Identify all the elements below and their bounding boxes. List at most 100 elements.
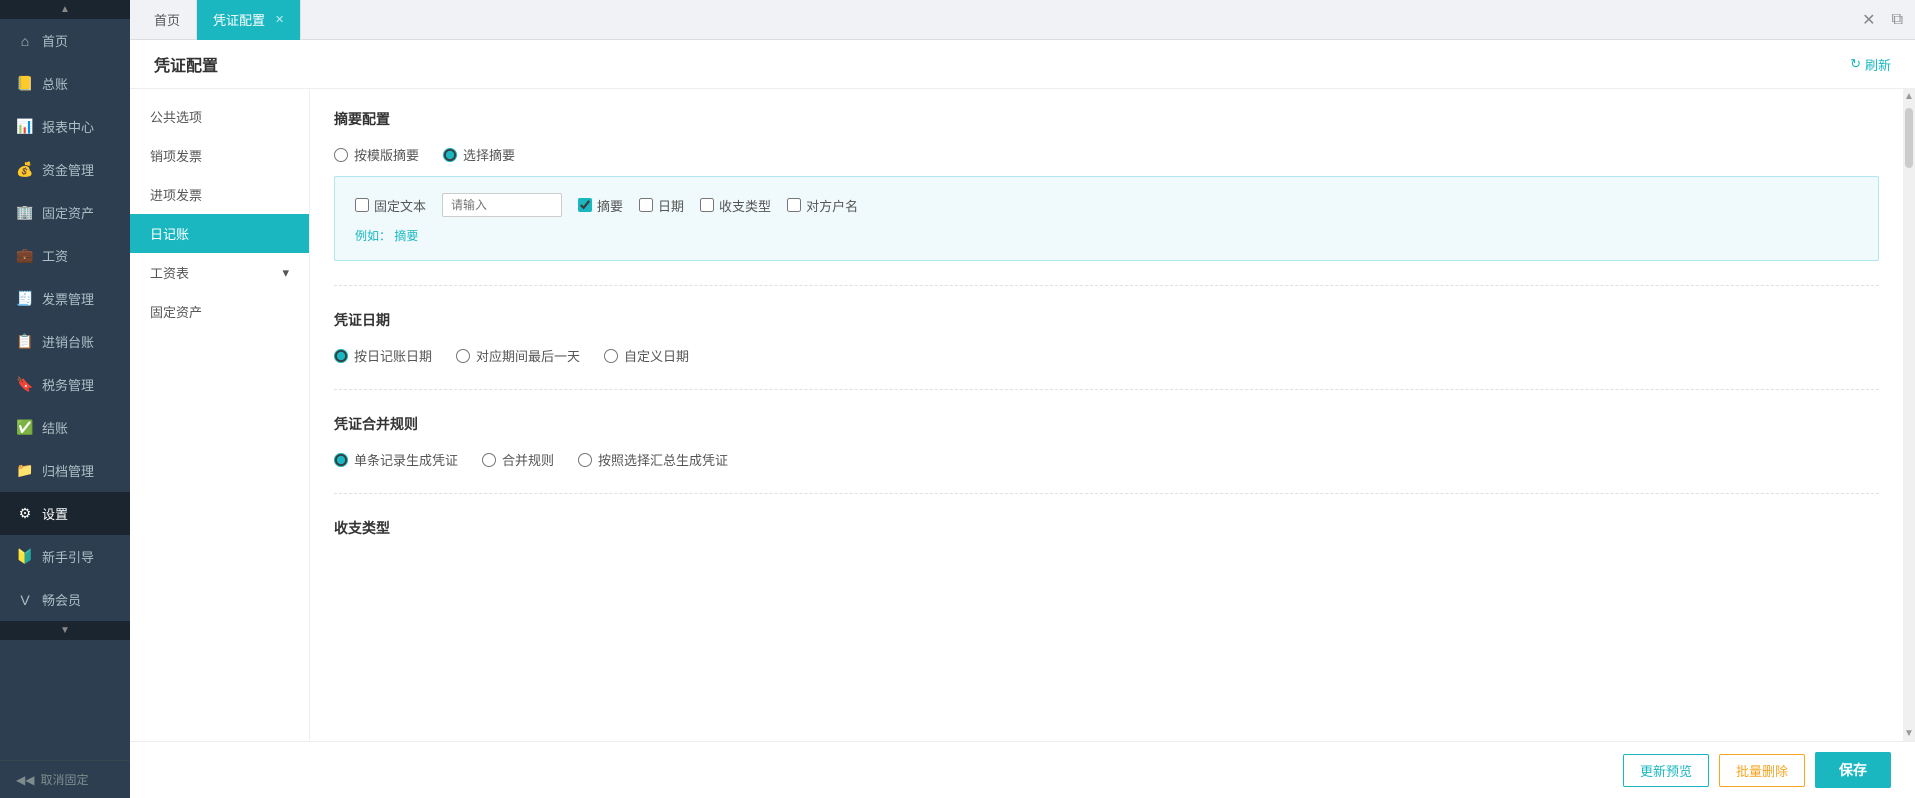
- left-nav-journal[interactable]: 日记账: [130, 214, 309, 253]
- fixed-text-field[interactable]: [442, 193, 562, 217]
- by-journal-date-label: 按日记账日期: [354, 346, 432, 365]
- sidebar-item-purchase-sales-label: 进销台账: [42, 332, 94, 351]
- by-selection-merge-input[interactable]: [578, 453, 592, 467]
- sidebar-item-vip[interactable]: V 畅会员: [0, 578, 130, 621]
- last-day-radio[interactable]: 对应期间最后一天: [456, 346, 580, 365]
- restore-window-button[interactable]: ⧉: [1888, 7, 1907, 33]
- sidebar-item-settings[interactable]: ⚙ 设置: [0, 492, 130, 535]
- left-nav: 公共选项 销项发票 进项发票 日记账 工资表 ▾ 固定资产: [130, 89, 310, 741]
- date-input[interactable]: [639, 198, 653, 212]
- sidebar-item-funds[interactable]: 💰 资金管理: [0, 148, 130, 191]
- tab-close-icon[interactable]: ✕: [275, 13, 284, 26]
- sidebar-item-ledger[interactable]: 📒 总账: [0, 62, 130, 105]
- template-summary-label: 按模版摘要: [354, 145, 419, 164]
- left-nav-purchase-invoice[interactable]: 进项发票: [130, 175, 309, 214]
- sidebar-item-guide[interactable]: 🔰 新手引导: [0, 535, 130, 578]
- tab-bar-right: ✕ ⧉: [1858, 6, 1907, 34]
- custom-date-input[interactable]: [604, 349, 618, 363]
- main-area: 首页 凭证配置 ✕ ✕ ⧉ 凭证配置 ↻ 刷新 公共选项: [130, 0, 1915, 798]
- tab-home[interactable]: 首页: [138, 0, 197, 40]
- sidebar-scroll-down[interactable]: ▼: [0, 621, 130, 640]
- tab-voucher-config[interactable]: 凭证配置 ✕: [197, 0, 301, 40]
- left-nav-public[interactable]: 公共选项: [130, 97, 309, 136]
- scroll-down-arrow[interactable]: ▼: [1902, 726, 1915, 741]
- payroll-icon: 💼: [16, 247, 34, 264]
- summary-checkbox-label: 摘要: [597, 196, 623, 215]
- last-day-label: 对应期间最后一天: [476, 346, 580, 365]
- date-checkbox-label: 日期: [658, 196, 684, 215]
- pin-icon: ◀◀: [16, 773, 34, 787]
- batch-delete-button[interactable]: 批量删除: [1719, 754, 1805, 787]
- template-summary-radio[interactable]: 按模版摘要: [334, 145, 419, 164]
- save-button[interactable]: 保存: [1815, 752, 1891, 788]
- page-header: 凭证配置 ↻ 刷新: [130, 40, 1915, 89]
- by-selection-merge-radio[interactable]: 按照选择汇总生成凭证: [578, 450, 728, 469]
- income-type-input[interactable]: [700, 198, 714, 212]
- sidebar-item-home[interactable]: ⌂ 首页: [0, 19, 130, 62]
- scroll-track: ▲ ▼: [1903, 89, 1915, 741]
- refresh-button[interactable]: ↻ 刷新: [1850, 55, 1891, 74]
- sidebar-scroll-up[interactable]: ▲: [0, 0, 130, 19]
- select-summary-input[interactable]: [443, 148, 457, 162]
- ledger-icon: 📒: [16, 75, 34, 92]
- fixed-text-checkbox[interactable]: 固定文本: [355, 196, 426, 215]
- close-window-button[interactable]: ✕: [1858, 6, 1879, 34]
- voucher-merge-title: 凭证合并规则: [334, 414, 1879, 434]
- counterpart-checkbox[interactable]: 对方户名: [787, 196, 858, 215]
- update-preview-button[interactable]: 更新预览: [1623, 754, 1709, 787]
- left-nav-public-label: 公共选项: [150, 107, 202, 126]
- by-journal-date-input[interactable]: [334, 349, 348, 363]
- tax-icon: 🔖: [16, 376, 34, 393]
- fixed-text-label: 固定文本: [374, 196, 426, 215]
- merge-rule-input[interactable]: [482, 453, 496, 467]
- summary-input[interactable]: [578, 198, 592, 212]
- summary-checkbox[interactable]: 摘要: [578, 196, 623, 215]
- sidebar-item-reports-label: 报表中心: [42, 117, 94, 136]
- settlement-icon: ✅: [16, 419, 34, 436]
- sidebar-item-settlement-label: 结账: [42, 418, 68, 437]
- sidebar-item-payroll-label: 工资: [42, 246, 68, 265]
- summary-radio-group: 按模版摘要 选择摘要: [334, 145, 1879, 164]
- sidebar-item-guide-label: 新手引导: [42, 547, 94, 566]
- left-nav-sales-invoice[interactable]: 销项发票: [130, 136, 309, 175]
- scroll-thumb[interactable]: [1905, 108, 1913, 168]
- income-type-checkbox[interactable]: 收支类型: [700, 196, 771, 215]
- sidebar-item-purchase-sales[interactable]: 📋 进销台账: [0, 320, 130, 363]
- cancel-pin-button[interactable]: ◀◀ 取消固定: [0, 760, 130, 798]
- sidebar-item-archive[interactable]: 📁 归档管理: [0, 449, 130, 492]
- tab-voucher-config-label: 凭证配置: [213, 10, 265, 29]
- date-checkbox[interactable]: 日期: [639, 196, 684, 215]
- last-day-input[interactable]: [456, 349, 470, 363]
- single-record-radio[interactable]: 单条记录生成凭证: [334, 450, 458, 469]
- sidebar-item-reports[interactable]: 📊 报表中心: [0, 105, 130, 148]
- custom-date-radio[interactable]: 自定义日期: [604, 346, 689, 365]
- fixed-text-input[interactable]: [355, 198, 369, 212]
- layout-body: 公共选项 销项发票 进项发票 日记账 工资表 ▾ 固定资产: [130, 89, 1915, 741]
- select-summary-radio[interactable]: 选择摘要: [443, 145, 515, 164]
- counterpart-input[interactable]: [787, 198, 801, 212]
- voucher-date-section: 凭证日期 按日记账日期 对应期间最后一天 自定义日期: [334, 310, 1879, 390]
- scroll-up-arrow[interactable]: ▲: [1902, 89, 1915, 104]
- cancel-pin-label: 取消固定: [40, 771, 88, 788]
- tab-bar: 首页 凭证配置 ✕ ✕ ⧉: [130, 0, 1915, 40]
- summary-config-box: 固定文本 摘要 日期: [334, 176, 1879, 261]
- sidebar-item-invoice-mgmt[interactable]: 🧾 发票管理: [0, 277, 130, 320]
- voucher-date-title: 凭证日期: [334, 310, 1879, 330]
- by-journal-date-radio[interactable]: 按日记账日期: [334, 346, 432, 365]
- left-nav-payroll-sheet[interactable]: 工资表 ▾: [130, 253, 309, 292]
- sidebar-item-payroll[interactable]: 💼 工资: [0, 234, 130, 277]
- merge-rule-radio[interactable]: 合并规则: [482, 450, 554, 469]
- by-selection-merge-label: 按照选择汇总生成凭证: [598, 450, 728, 469]
- sidebar-item-tax[interactable]: 🔖 税务管理: [0, 363, 130, 406]
- template-summary-input[interactable]: [334, 148, 348, 162]
- sidebar-item-vip-label: 畅会员: [42, 590, 81, 609]
- sidebar-item-assets-label: 固定资产: [42, 203, 94, 222]
- sidebar-item-archive-label: 归档管理: [42, 461, 94, 480]
- sidebar-item-settlement[interactable]: ✅ 结账: [0, 406, 130, 449]
- single-record-input[interactable]: [334, 453, 348, 467]
- left-nav-fixed-assets[interactable]: 固定资产: [130, 292, 309, 331]
- sidebar-item-ledger-label: 总账: [42, 74, 68, 93]
- tab-home-label: 首页: [154, 10, 180, 29]
- summary-checkbox-row: 固定文本 摘要 日期: [355, 193, 1858, 217]
- sidebar-item-assets[interactable]: 🏢 固定资产: [0, 191, 130, 234]
